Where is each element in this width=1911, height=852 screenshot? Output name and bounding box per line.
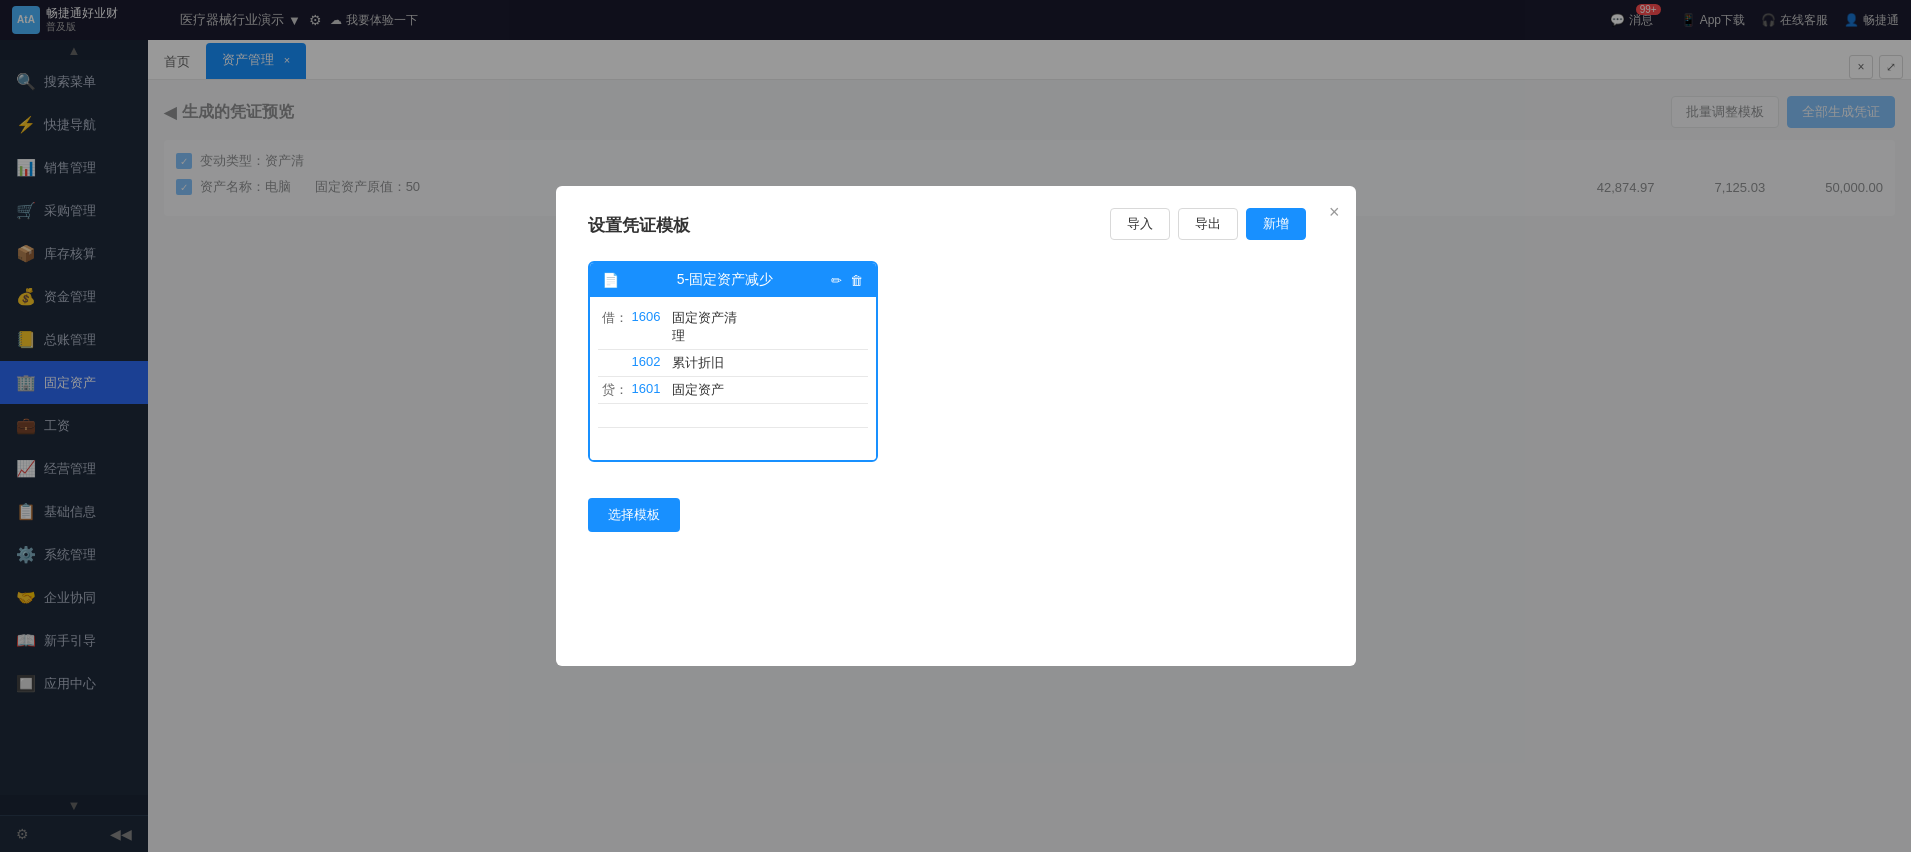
- main-layout: ▲ 🔍 搜索菜单 ⚡ 快捷导航 📊 销售管理 🛒 采购管理 📦 库存核算: [0, 40, 1911, 852]
- export-btn[interactable]: 导出: [1178, 208, 1238, 240]
- content-area: 首页 资产管理 × × ⤢ ◀ 生成的凭证预览: [148, 40, 1911, 852]
- modal: 设置凭证模板 导入 导出 新增 × 📄 5-固定资产减少: [556, 186, 1356, 666]
- template-card-body: 借： 1606 固定资产清理 1602 累计折旧: [590, 297, 876, 460]
- template-empty-row-1: [598, 404, 868, 428]
- template-entry-3: 贷： 1601 固定资产: [598, 377, 868, 404]
- modal-toolbar: 导入 导出 新增: [1110, 208, 1306, 240]
- template-entry-2: 1602 累计折旧: [598, 350, 868, 377]
- modal-close-btn[interactable]: ×: [1329, 202, 1340, 223]
- app-container: AtA 畅捷通好业财 普及版 医疗器械行业演示 ▼ ⚙ ☁ 我要体验一下 💬 消…: [0, 0, 1911, 852]
- template-entry-1: 借： 1606 固定资产清理: [598, 305, 868, 350]
- modal-overlay: 设置凭证模板 导入 导出 新增 × 📄 5-固定资产减少: [148, 40, 1911, 852]
- delete-icon[interactable]: 🗑: [850, 273, 863, 288]
- select-template-btn[interactable]: 选择模板: [588, 498, 680, 532]
- template-header-actions: ✏ 🗑: [831, 273, 863, 288]
- template-doc-icon: 📄: [602, 272, 619, 288]
- template-card: 📄 5-固定资产减少 ✏ 🗑 借： 1606: [588, 261, 878, 462]
- new-btn[interactable]: 新增: [1246, 208, 1306, 240]
- import-btn[interactable]: 导入: [1110, 208, 1170, 240]
- template-empty-row-2: [598, 428, 868, 452]
- edit-icon[interactable]: ✏: [831, 273, 842, 288]
- template-card-header: 📄 5-固定资产减少 ✏ 🗑: [590, 263, 876, 297]
